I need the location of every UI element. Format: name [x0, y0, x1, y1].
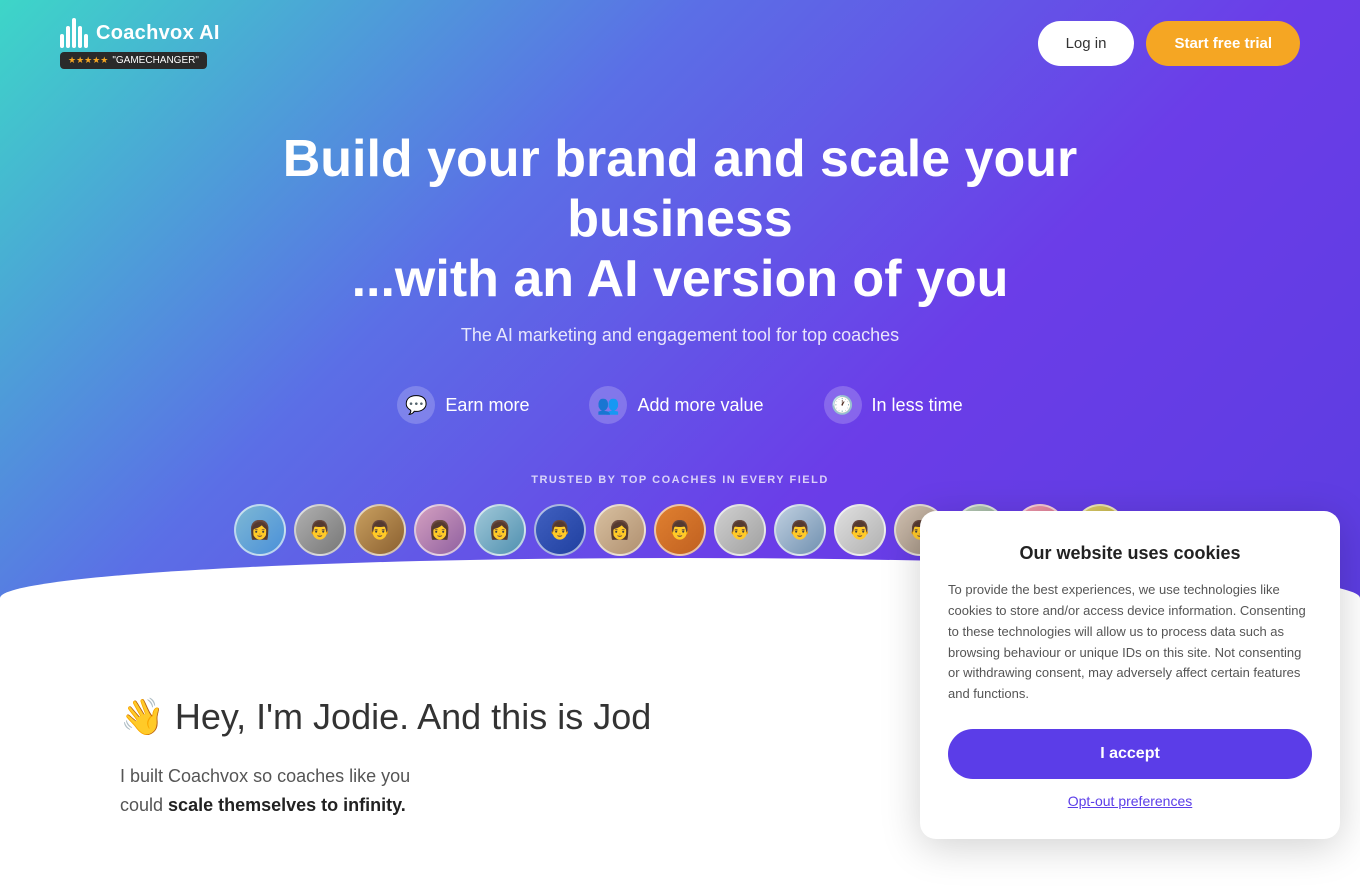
add-value-icon: 👥 — [589, 386, 627, 424]
avatar-7: 👩 — [594, 504, 646, 556]
avatar-1: 👩 — [234, 504, 286, 556]
hey-title-text: Hey, I'm Jodie. And this is Jod — [175, 696, 651, 737]
avatar-9: 👨 — [714, 504, 766, 556]
less-time-icon: 🕐 — [824, 386, 862, 424]
hero-tagline: The AI marketing and engagement tool for… — [0, 325, 1360, 346]
earn-more-icon: 💬 — [397, 386, 435, 424]
avatar-11: 👨 — [834, 504, 886, 556]
add-value-label: Add more value — [637, 395, 763, 416]
logo-text: Coachvox AI — [96, 22, 220, 45]
start-trial-button[interactable]: Start free trial — [1146, 21, 1300, 66]
body-bold: scale themselves to infinity. — [168, 795, 406, 815]
less-time-label: In less time — [872, 395, 963, 416]
avatar-8: 👨 — [654, 504, 706, 556]
logo-area: Coachvox AI ★★★★★ "GAMECHANGER" — [60, 18, 220, 69]
cookie-banner: Our website uses cookies To provide the … — [920, 511, 1340, 839]
logo-badge: ★★★★★ "GAMECHANGER" — [60, 52, 207, 69]
avatar-3: 👨 — [354, 504, 406, 556]
login-button[interactable]: Log in — [1038, 21, 1135, 66]
avatar-5: 👩 — [474, 504, 526, 556]
body-line2: could — [120, 795, 168, 815]
trusted-label: TRUSTED BY TOP COACHES IN EVERY FIELD — [0, 474, 1360, 486]
wave-emoji: 👋 — [120, 696, 175, 737]
earn-more-label: Earn more — [445, 395, 529, 416]
cookie-opt-out-button[interactable]: Opt-out preferences — [948, 793, 1312, 809]
body-line1: I built Coachvox so coaches like you — [120, 766, 410, 786]
features-row: 💬 Earn more 👥 Add more value 🕐 In less t… — [0, 386, 1360, 424]
avatar-6: 👨 — [534, 504, 586, 556]
logo-badge-text: "GAMECHANGER" — [112, 55, 199, 66]
cookie-body: To provide the best experiences, we use … — [948, 580, 1312, 705]
logo-stars: ★★★★★ — [68, 55, 108, 66]
avatar-10: 👨 — [774, 504, 826, 556]
hero-title-line2: ...with an AI version of you — [352, 250, 1009, 308]
cookie-title: Our website uses cookies — [948, 543, 1312, 564]
logo-waves-icon — [60, 18, 88, 48]
avatar-2: 👨 — [294, 504, 346, 556]
header: Coachvox AI ★★★★★ "GAMECHANGER" Log in S… — [0, 0, 1360, 87]
hero-title-line1: Build your brand and scale your business — [283, 130, 1078, 248]
avatar-4: 👩 — [414, 504, 466, 556]
feature-less-time: 🕐 In less time — [824, 386, 963, 424]
cookie-accept-button[interactable]: I accept — [948, 729, 1312, 779]
feature-earn-more: 💬 Earn more — [397, 386, 529, 424]
logo-inner: Coachvox AI — [60, 18, 220, 48]
feature-add-value: 👥 Add more value — [589, 386, 763, 424]
hero-title: Build your brand and scale your business… — [230, 130, 1130, 309]
header-buttons: Log in Start free trial — [1038, 21, 1300, 66]
